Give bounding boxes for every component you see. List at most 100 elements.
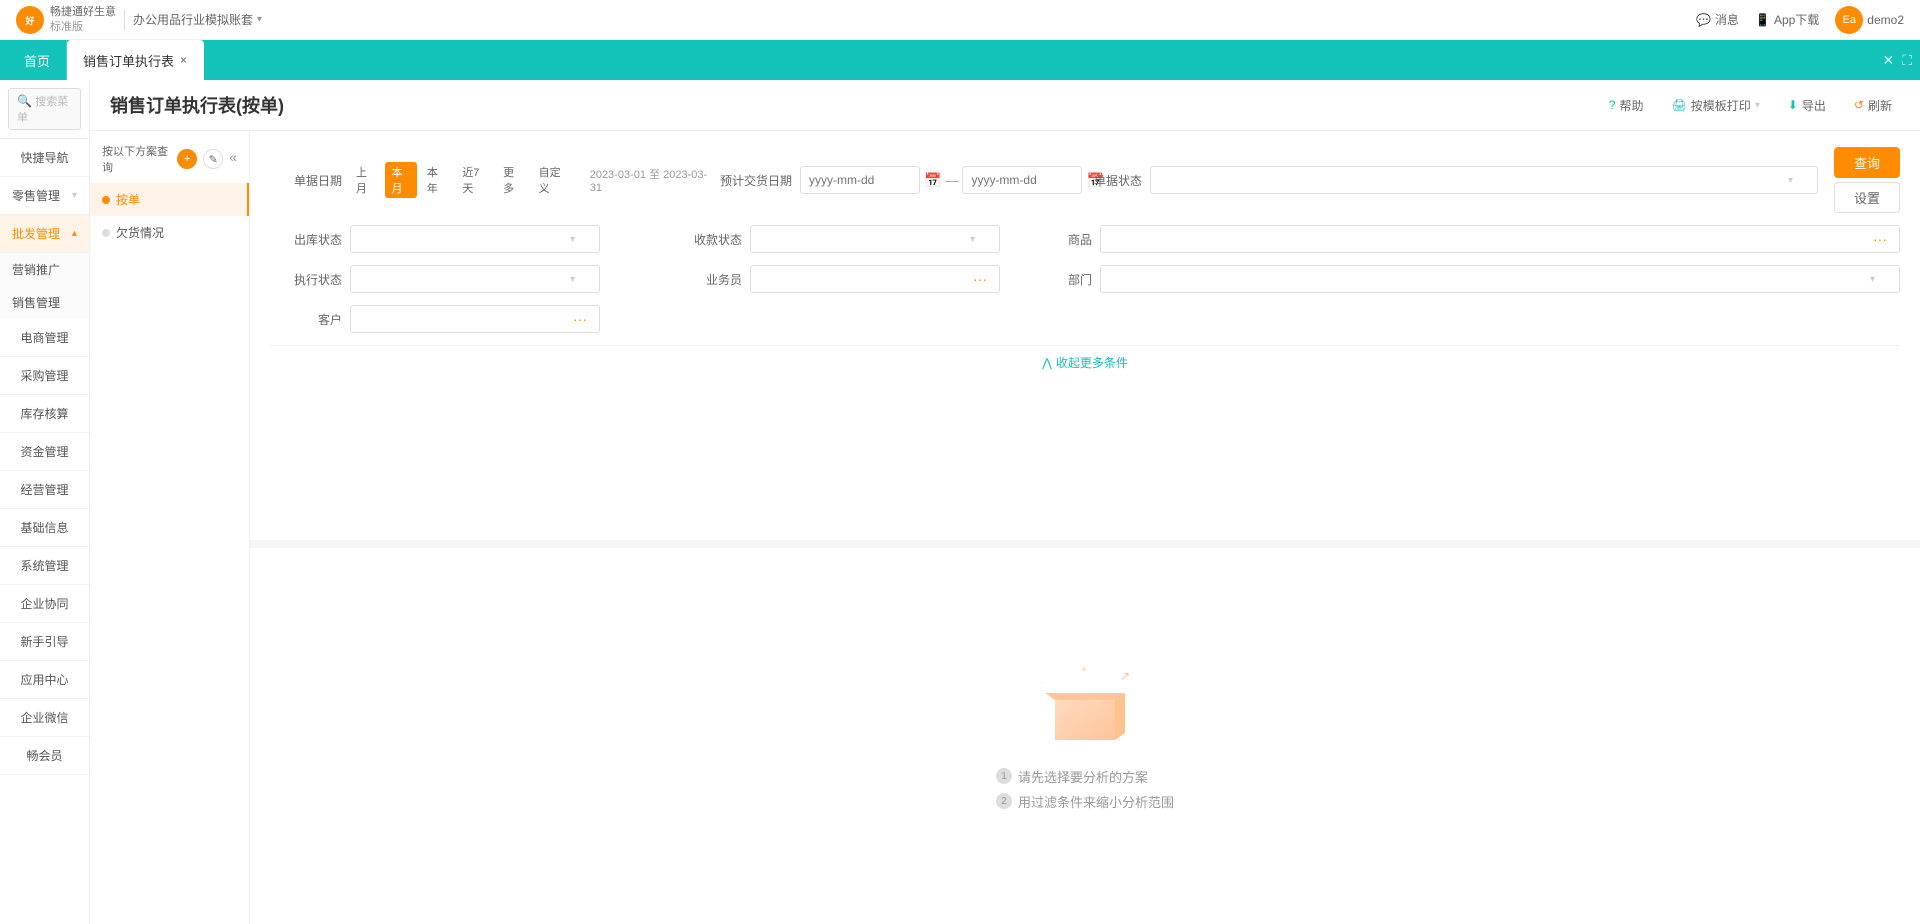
- export-btn[interactable]: ⬇ 导出: [1780, 93, 1834, 118]
- industry-selector[interactable]: 办公用品行业模拟账套 ▾: [133, 11, 262, 28]
- salesperson-input[interactable]: ···: [750, 265, 1000, 293]
- chevron-down-icon: ▾: [570, 234, 575, 245]
- page-header-top: 销售订单执行表(按单) ? 帮助 🖨 按模板打印 ▾ ⬇ 导出: [110, 92, 1900, 118]
- sidebar-sub-marketing[interactable]: 营销推广: [0, 253, 89, 286]
- order-status-control: ▾: [1150, 166, 1818, 194]
- svg-text:✦: ✦: [1080, 665, 1088, 676]
- sidebar-item-member[interactable]: 畅会员: [0, 737, 89, 775]
- sidebar-item-wework[interactable]: 企业微信: [0, 699, 89, 737]
- sidebar-item-purchase[interactable]: 采购管理: [0, 357, 89, 395]
- date-control: 上月 本月 本年 近7天 更多 自定义 2023-03-01 至 2023-03…: [350, 162, 710, 198]
- salesperson-control: ···: [750, 265, 1000, 293]
- print-chevron-icon: ▾: [1755, 100, 1760, 111]
- app-download-btn[interactable]: 📱 App下载: [1755, 11, 1819, 28]
- sidebar-item-corp-collab[interactable]: 企业协同: [0, 585, 89, 623]
- print-icon: 🖨: [1672, 98, 1687, 112]
- chevron-down-icon: ▾: [1788, 175, 1793, 186]
- goods-select[interactable]: ···: [1100, 225, 1900, 253]
- out-status-control: ▾: [350, 225, 600, 253]
- logo-icon: 好: [16, 6, 44, 34]
- maximize-icon[interactable]: ⛶: [1902, 52, 1912, 69]
- sidebar-item-newbie[interactable]: 新手引导: [0, 623, 89, 661]
- sidebar-item-quick-nav[interactable]: 快捷导航: [0, 139, 89, 177]
- goods-control: ···: [1100, 225, 1900, 253]
- collapse-more-btn[interactable]: ⋀ 收起更多条件: [270, 345, 1900, 379]
- step-num-1: 1: [996, 768, 1012, 784]
- svg-text:↗: ↗: [1120, 669, 1130, 683]
- delivery-date-start[interactable]: [800, 166, 920, 194]
- date-input-group: 📅 — 📅: [800, 166, 1104, 194]
- edit-scheme-btn[interactable]: ✎: [203, 149, 223, 169]
- out-status-select[interactable]: ▾: [350, 225, 600, 253]
- help-icon: ?: [1609, 98, 1616, 112]
- sidebar-item-retail[interactable]: 零售管理 ▾: [0, 177, 89, 215]
- empty-illustration: ↗ ✦ ·: [1025, 655, 1145, 755]
- collapse-left-btn[interactable]: «: [229, 149, 237, 169]
- date-tab-custom[interactable]: 自定义: [533, 162, 574, 198]
- exec-status-label: 执行状态: [270, 271, 350, 288]
- active-dot: [102, 196, 110, 204]
- exec-status-control: ▾: [350, 265, 600, 293]
- tab-home[interactable]: 首页: [8, 40, 67, 80]
- mobile-icon: 📱: [1755, 13, 1770, 27]
- sidebar-item-operations[interactable]: 经营管理: [0, 471, 89, 509]
- date-tab-7days[interactable]: 近7天: [456, 162, 493, 198]
- page-actions: ? 帮助 🖨 按模板打印 ▾ ⬇ 导出 ↺ 刷新: [1601, 93, 1900, 118]
- exec-status-select[interactable]: ▾: [350, 265, 600, 293]
- filter-row-2: 出库状态 ▾ 收款状态: [270, 225, 1900, 253]
- sidebar-item-wholesale[interactable]: 批发管理 ▴: [0, 215, 89, 253]
- sidebar-item-system[interactable]: 系统管理: [0, 547, 89, 585]
- order-status-label: 单据状态: [1080, 172, 1150, 189]
- date-tab-more[interactable]: 更多: [497, 162, 528, 198]
- filter-item-by-order[interactable]: 按单: [90, 183, 249, 216]
- settings-btn[interactable]: 设置: [1834, 182, 1900, 213]
- order-status-select[interactable]: ▾: [1150, 166, 1818, 194]
- tab-active[interactable]: 销售订单执行表 ×: [67, 40, 204, 80]
- filter-layout: 按以下方案查询 + ✎ « 按单: [90, 131, 1920, 924]
- search-menu-btn[interactable]: 🔍 搜索菜单: [8, 88, 81, 130]
- more-icon[interactable]: ···: [969, 271, 991, 287]
- refresh-btn[interactable]: ↺ 刷新: [1846, 93, 1900, 118]
- date-tab-last-month[interactable]: 上月: [350, 162, 381, 198]
- more-icon[interactable]: ···: [569, 311, 591, 327]
- avatar: Ea: [1835, 6, 1863, 34]
- sidebar-item-app-center[interactable]: 应用中心: [0, 661, 89, 699]
- tab-bar: 首页 销售订单执行表 × ✕ ⛶: [0, 40, 1920, 80]
- export-icon: ⬇: [1788, 98, 1798, 112]
- sidebar-item-finance[interactable]: 资金管理: [0, 433, 89, 471]
- filter-form: 单据日期 上月 本月 本年 近7天 更多 自定义 2023-03-01 至 20…: [250, 131, 1920, 540]
- print-btn[interactable]: 🖨 按模板打印 ▾: [1664, 93, 1768, 118]
- date-tab-this-year[interactable]: 本年: [421, 162, 452, 198]
- message-btn[interactable]: 💬 消息: [1696, 11, 1739, 28]
- chevron-icon: ▾: [72, 190, 77, 201]
- empty-text-list: 1 请先选择要分析的方案 2 用过滤条件来缩小分析范围: [996, 767, 1174, 817]
- tab-close-btn[interactable]: ×: [180, 53, 187, 67]
- date-tab-this-month[interactable]: 本月: [385, 162, 416, 198]
- sidebar-item-ecommerce[interactable]: 电商管理: [0, 319, 89, 357]
- chevron-down-icon: ▾: [570, 274, 575, 285]
- filter-row-4: 客户 ···: [270, 305, 1900, 333]
- chevron-down-icon: ▾: [1870, 274, 1875, 285]
- out-status-label: 出库状态: [270, 231, 350, 248]
- customer-label: 客户: [270, 311, 350, 328]
- query-btn[interactable]: 查询: [1834, 147, 1900, 178]
- add-scheme-btn[interactable]: +: [177, 149, 197, 169]
- expected-delivery-control: 📅 — 📅: [800, 166, 1080, 194]
- date-dash: —: [945, 173, 958, 188]
- sidebar-sub-sales[interactable]: 销售管理: [0, 286, 89, 319]
- inactive-dot: [102, 229, 110, 237]
- help-btn[interactable]: ? 帮助: [1601, 93, 1652, 118]
- sidebar-item-inventory[interactable]: 库存核算: [0, 395, 89, 433]
- customer-input[interactable]: ···: [350, 305, 600, 333]
- calendar-icon-start[interactable]: 📅: [924, 172, 941, 189]
- user-area[interactable]: Ea demo2: [1835, 6, 1904, 34]
- filter-item-shortage[interactable]: 欠货情况: [90, 216, 249, 249]
- sidebar-item-base-info[interactable]: 基础信息: [0, 509, 89, 547]
- delivery-date-end[interactable]: [962, 166, 1082, 194]
- more-icon[interactable]: ···: [1869, 231, 1891, 247]
- chevron-down-icon: ▾: [970, 234, 975, 245]
- dept-select[interactable]: ▾: [1100, 265, 1900, 293]
- receipt-status-select[interactable]: ▾: [750, 225, 1000, 253]
- left-filter-panel: 按以下方案查询 + ✎ « 按单: [90, 131, 250, 924]
- minimize-icon[interactable]: ✕: [1882, 52, 1894, 69]
